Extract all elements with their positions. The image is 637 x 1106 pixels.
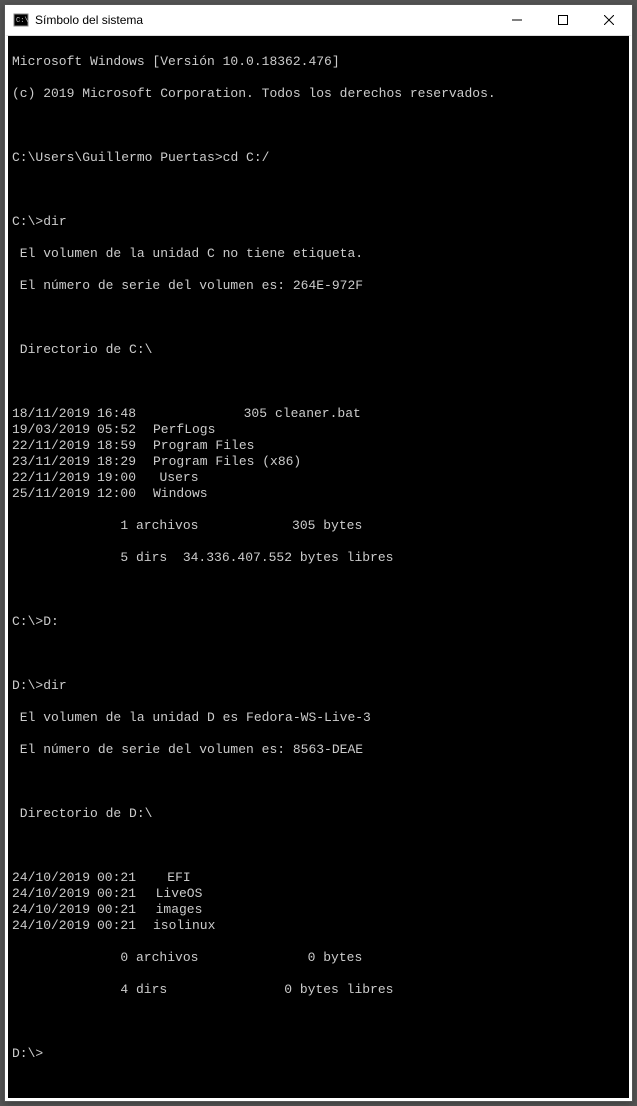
dir-entry: 24/10/201900:21EFI xyxy=(12,870,625,886)
volume-line: El volumen de la unidad D es Fedora-WS-L… xyxy=(12,710,625,726)
prompt-line: C:\>D: xyxy=(12,614,625,630)
dir-entry: 22/11/201918:59Program Files xyxy=(12,438,625,454)
titlebar[interactable]: C:\ Símbolo del sistema xyxy=(5,5,632,35)
dir-listing-c: 18/11/201916:48305cleaner.bat19/03/20190… xyxy=(12,406,625,502)
dir-listing-d: 24/10/201900:21EFI24/10/201900:21LiveOS2… xyxy=(12,870,625,934)
summary-line: 0 archivos 0 bytes xyxy=(12,950,625,966)
summary-line: 1 archivos 305 bytes xyxy=(12,518,625,534)
dir-entry: 24/10/201900:21LiveOS xyxy=(12,886,625,902)
dir-of-line: Directorio de D:\ xyxy=(12,806,625,822)
prompt-line: C:\Users\Guillermo Puertas>cd C:/ xyxy=(12,150,625,166)
dir-entry: 19/03/201905:52PerfLogs xyxy=(12,422,625,438)
dir-entry: 22/11/201919:00Users xyxy=(12,470,625,486)
dir-entry: 25/11/201912:00Windows xyxy=(12,486,625,502)
header-line: (c) 2019 Microsoft Corporation. Todos lo… xyxy=(12,86,625,102)
prompt-line: D:\> xyxy=(12,1046,625,1062)
dir-of-line: Directorio de C:\ xyxy=(12,342,625,358)
dir-entry: 24/10/201900:21isolinux xyxy=(12,918,625,934)
window-title: Símbolo del sistema xyxy=(35,13,494,27)
dir-entry: 18/11/201916:48305cleaner.bat xyxy=(12,406,625,422)
summary-line: 5 dirs 34.336.407.552 bytes libres xyxy=(12,550,625,566)
close-button[interactable] xyxy=(586,5,632,35)
dir-entry: 23/11/201918:29Program Files (x86) xyxy=(12,454,625,470)
cmd-window: C:\ Símbolo del sistema Microsoft Window… xyxy=(4,4,633,1102)
minimize-button[interactable] xyxy=(494,5,540,35)
maximize-button[interactable] xyxy=(540,5,586,35)
dir-entry: 24/10/201900:21images xyxy=(12,902,625,918)
header-line: Microsoft Windows [Versión 10.0.18362.47… xyxy=(12,54,625,70)
serial-line: El número de serie del volumen es: 264E-… xyxy=(12,278,625,294)
prompt-line: C:\>dir xyxy=(12,214,625,230)
volume-line: El volumen de la unidad C no tiene etiqu… xyxy=(12,246,625,262)
terminal-output[interactable]: Microsoft Windows [Versión 10.0.18362.47… xyxy=(5,35,632,1101)
svg-text:C:\: C:\ xyxy=(16,17,29,25)
serial-line: El número de serie del volumen es: 8563-… xyxy=(12,742,625,758)
summary-line: 4 dirs 0 bytes libres xyxy=(12,982,625,998)
window-controls xyxy=(494,5,632,35)
prompt-line: D:\>dir xyxy=(12,678,625,694)
cmd-icon: C:\ xyxy=(13,12,29,28)
